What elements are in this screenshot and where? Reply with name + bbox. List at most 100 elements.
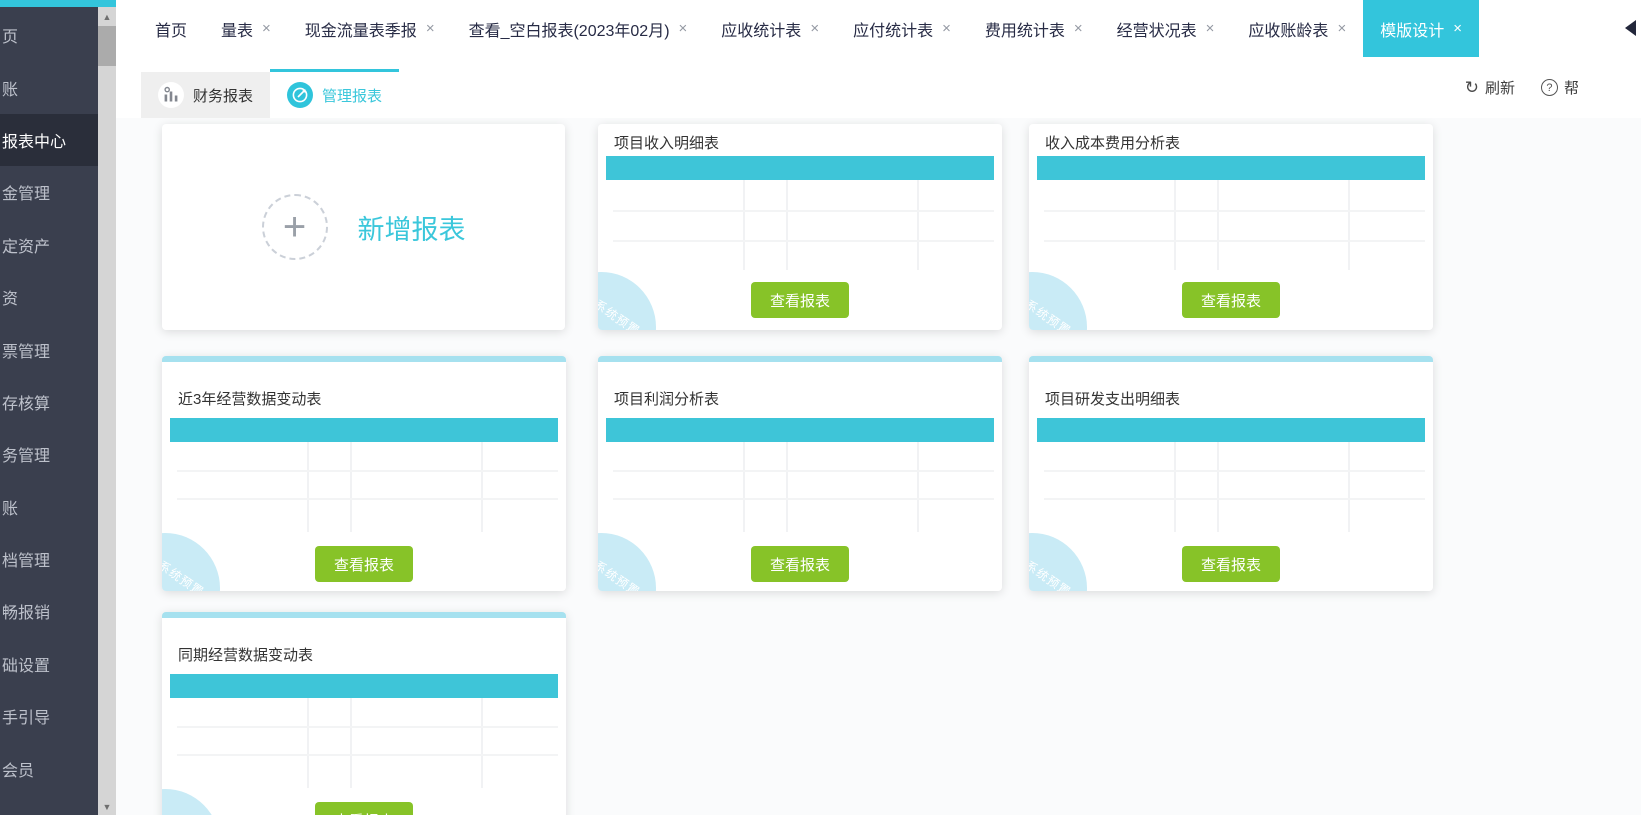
report-card: 项目收入明细表查看报表 系统预置 — [598, 124, 1002, 330]
tab-label: 费用统计表 — [984, 22, 1065, 40]
mini-table-gridline — [613, 240, 994, 242]
report-card: 同期经营数据变动表查看报表 系统预置 — [162, 612, 566, 815]
sidebar-item[interactable]: 票管理 — [0, 323, 98, 375]
document-tab[interactable]: 查看_空白报表(2023年02月) × — [452, 0, 705, 57]
close-icon[interactable]: × — [426, 20, 435, 37]
sidebar-item[interactable]: 手引导 — [0, 690, 98, 742]
scroll-up-icon[interactable]: ▲ — [98, 9, 116, 25]
mini-table-gridline — [1217, 180, 1219, 270]
help-label: 帮 — [1563, 80, 1579, 97]
system-preset-badge: 系统预置 — [1029, 272, 1087, 330]
tab-financial-reports[interactable]: 财务报表 — [141, 72, 271, 118]
document-tab[interactable]: 应付统计表 × — [836, 0, 968, 57]
close-icon[interactable]: × — [1074, 20, 1083, 37]
system-preset-label: 系统预置 — [1029, 558, 1074, 591]
tab-label: 量表 — [221, 22, 254, 40]
help-button[interactable]: ? 帮 — [1540, 77, 1579, 98]
system-preset-badge: 系统预置 — [598, 533, 656, 591]
sidebar-scrollbar[interactable]: ▲ ▼ — [98, 7, 116, 815]
document-tab[interactable]: 首页 — [138, 0, 204, 57]
sidebar-item[interactable]: 金管理 — [0, 166, 98, 218]
mini-table-gridline — [1348, 180, 1350, 270]
view-report-button[interactable]: 查看报表 — [1182, 282, 1280, 318]
system-preset-label: 系统预置 — [162, 558, 207, 591]
report-center-content: + 新增报表 项目收入明细表 查看报表 系统预置 收入成本费用分析表 查看报表 系统预置近… — [116, 118, 1641, 815]
report-card: 项目研发支出明细表 查看报表 系统预置 — [1029, 356, 1433, 591]
mini-table-gridline — [917, 180, 919, 270]
bar-chart-icon — [158, 82, 184, 108]
mini-table-gridline — [481, 698, 483, 788]
mini-table-gridline — [917, 442, 919, 532]
refresh-button[interactable]: ↻ 刷新 — [1465, 77, 1515, 98]
close-icon[interactable]: × — [810, 20, 819, 37]
document-tab[interactable]: 现金流量表季报 × — [288, 0, 452, 57]
document-tab[interactable]: 量表 × — [204, 0, 288, 57]
close-icon[interactable]: × — [942, 20, 951, 37]
mini-table-gridline — [307, 698, 309, 788]
report-toolbar: 财务报表 管理报表 ↻ 刷新 ? 帮 — [116, 57, 1641, 118]
tab-label: 现金流量表季报 — [304, 22, 417, 40]
sidebar-item[interactable]: 会员 — [0, 742, 98, 794]
mini-table-gridline — [481, 442, 483, 532]
mini-table-gridline — [1348, 442, 1350, 532]
scroll-down-icon[interactable]: ▼ — [98, 799, 116, 815]
mini-table-header — [1037, 156, 1425, 180]
close-icon[interactable]: × — [1206, 20, 1215, 37]
mini-table-gridline — [743, 442, 745, 532]
sidebar-item[interactable]: 务管理 — [0, 428, 98, 480]
view-report-button[interactable]: 查看报表 — [1182, 546, 1280, 582]
system-preset-label: 系统预置 — [598, 558, 643, 591]
scrollbar-thumb[interactable] — [98, 26, 116, 66]
close-icon[interactable]: × — [679, 20, 688, 37]
tab-overflow-left-arrow-icon[interactable] — [1625, 20, 1636, 36]
mini-table-gridline — [350, 698, 352, 788]
sidebar-item[interactable]: 页 — [0, 9, 98, 61]
report-card-title: 同期经营数据变动表 — [178, 647, 314, 664]
report-card: 近3年经营数据变动表查看报表 系统预置 — [162, 356, 566, 591]
report-card-title: 收入成本费用分析表 — [1045, 135, 1181, 152]
tab-list: 首页 量表 × 现金流量表季报 × 查看_空白报表(2023年02月) × 应收统计表 × 应付统… — [138, 0, 1479, 57]
close-icon[interactable]: × — [1453, 20, 1462, 37]
document-tab[interactable]: 应收统计表 × — [704, 0, 836, 57]
mini-table-gridline — [613, 210, 994, 212]
system-preset-badge: 系统预置 — [162, 533, 220, 591]
sidebar-item[interactable]: 存核算 — [0, 376, 98, 428]
close-icon[interactable]: × — [1337, 20, 1346, 37]
sidebar-item[interactable]: 档管理 — [0, 533, 98, 585]
tab-management-reports[interactable]: 管理报表 — [270, 69, 400, 118]
view-report-button[interactable]: 查看报表 — [315, 802, 413, 815]
mini-table-gridline — [786, 180, 788, 270]
report-card-title: 项目收入明细表 — [614, 135, 720, 152]
document-tab[interactable]: 经营状况表 × — [1100, 0, 1232, 57]
tab-label: 查看_空白报表(2023年02月) — [468, 22, 670, 40]
mini-table-gridline — [1044, 210, 1425, 212]
mini-table-gridline — [307, 442, 309, 532]
mini-table-header — [170, 418, 558, 442]
report-card: 项目利润分析表 查看报表 系统预置 — [598, 356, 1002, 591]
sidebar-item[interactable]: 资 — [0, 271, 98, 323]
sidebar-menu: 页账报表中心 金管理 定资产资票管理 存核算 务管理账档管理 畅报销 础设置 手引导 会员 — [0, 9, 98, 795]
document-tab[interactable]: 模版设计 × — [1363, 0, 1479, 57]
report-card-title: 近3年经营数据变动表 — [178, 391, 322, 408]
plus-icon: + — [261, 194, 328, 260]
document-tab[interactable]: 费用统计表 × — [968, 0, 1100, 57]
mini-table-header — [170, 674, 558, 698]
document-tab[interactable]: 应收账龄表 × — [1231, 0, 1363, 57]
sidebar-item[interactable]: 定资产 — [0, 219, 98, 271]
help-icon: ? — [1540, 79, 1558, 96]
sidebar-item[interactable]: 账 — [0, 61, 98, 113]
sidebar-item[interactable]: 畅报销 — [0, 585, 98, 637]
system-preset-badge: 系统预置 — [598, 272, 656, 330]
system-preset-badge: 系统预置 — [1029, 533, 1087, 591]
sidebar-item[interactable]: 账 — [0, 481, 98, 533]
document-tab-bar: 首页 量表 × 现金流量表季报 × 查看_空白报表(2023年02月) × 应收统计表 × 应付统… — [116, 0, 1641, 57]
system-preset-label: 系统预置 — [1029, 297, 1074, 330]
view-report-button[interactable]: 查看报表 — [751, 282, 849, 318]
sidebar-item[interactable]: 础设置 — [0, 638, 98, 690]
brand-accent-strip — [0, 0, 116, 7]
view-report-button[interactable]: 查看报表 — [751, 546, 849, 582]
close-icon[interactable]: × — [262, 20, 271, 37]
sidebar-item-active[interactable]: 报表中心 — [0, 113, 98, 167]
add-report-card[interactable]: + 新增报表 — [162, 124, 565, 330]
view-report-button[interactable]: 查看报表 — [315, 546, 413, 582]
